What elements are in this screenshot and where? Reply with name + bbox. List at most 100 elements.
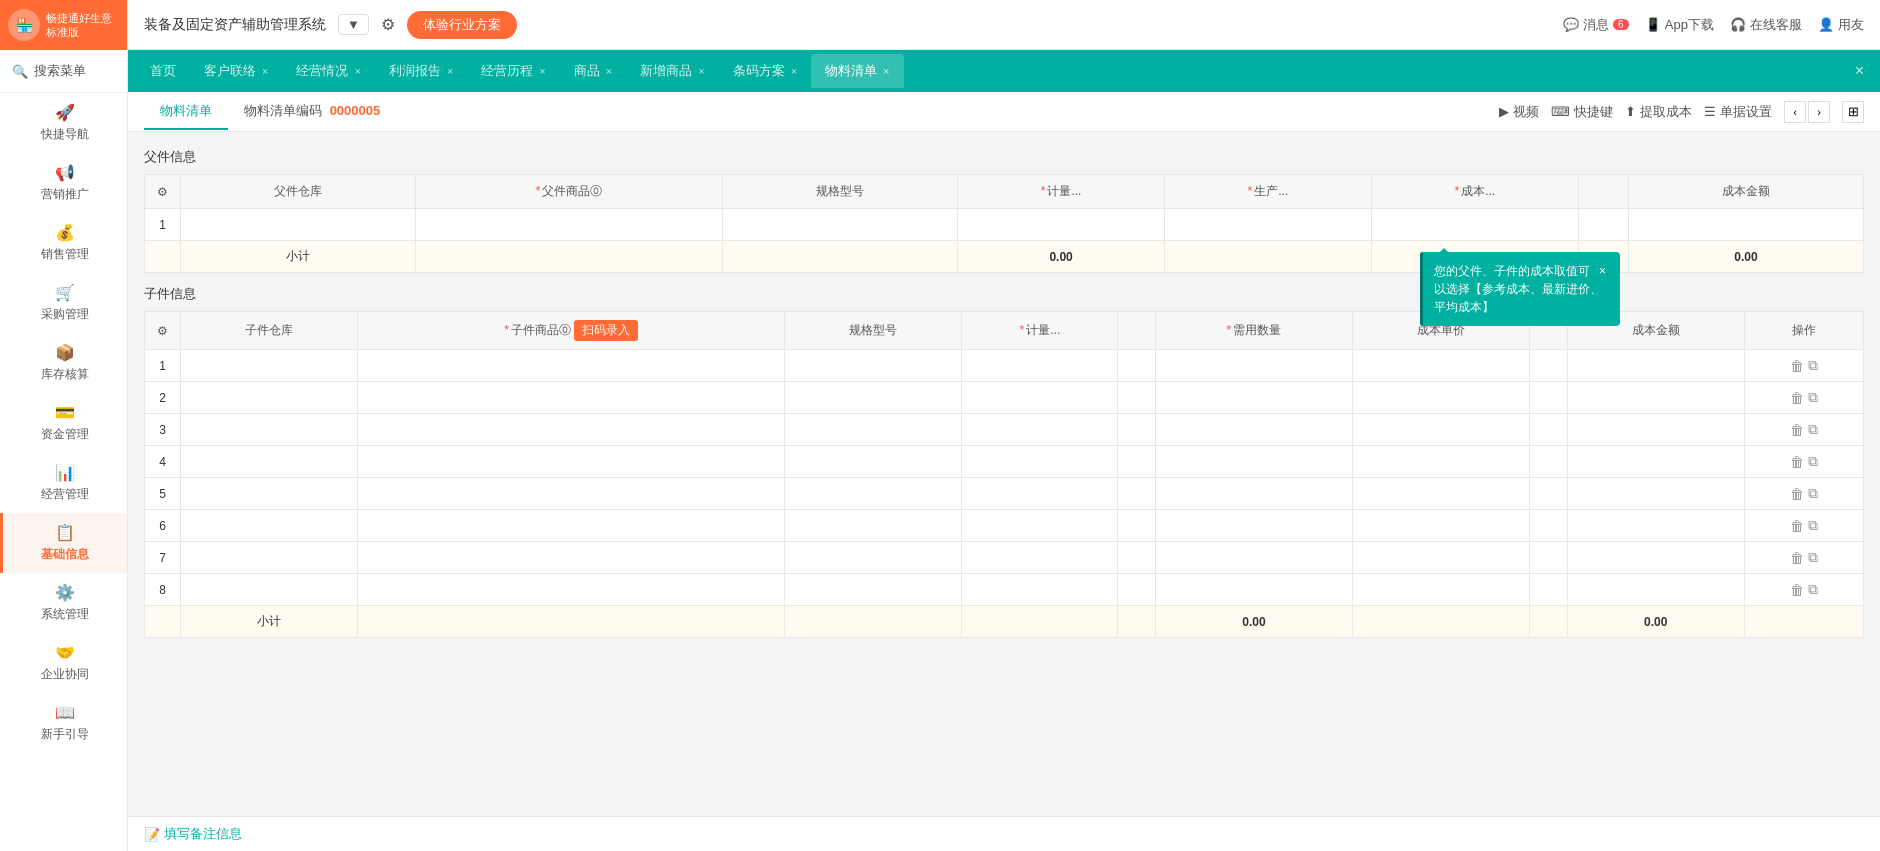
child-row-unit-cost[interactable] (1352, 574, 1529, 606)
child-row-qty[interactable] (1156, 446, 1353, 478)
tab-new-products[interactable]: 新增商品 × (626, 54, 718, 88)
child-row-spec[interactable] (785, 510, 962, 542)
child-row-product[interactable] (358, 350, 785, 382)
single-settings-button[interactable]: ☰ 单据设置 (1704, 103, 1772, 121)
gear-icon[interactable]: ⚙ (381, 15, 395, 34)
delete-icon[interactable]: 🗑 (1790, 358, 1804, 374)
tab-barcode-close[interactable]: × (791, 65, 797, 77)
tab-bom-close[interactable]: × (883, 65, 889, 77)
child-row-qty[interactable] (1156, 574, 1353, 606)
try-button[interactable]: 体验行业方案 (407, 11, 517, 39)
tab-products[interactable]: 商品 × (560, 54, 626, 88)
child-row-unit[interactable] (962, 414, 1118, 446)
sidebar-item-sales[interactable]: 💰 销售管理 (0, 213, 127, 273)
view-video-button[interactable]: ▶ 视频 (1499, 103, 1539, 121)
sidebar-item-basic-info[interactable]: 📋 基础信息 (0, 513, 127, 573)
child-row-unit-cost[interactable] (1352, 382, 1529, 414)
child-row-product[interactable] (358, 542, 785, 574)
child-row-unit[interactable] (962, 510, 1118, 542)
sidebar-item-finance[interactable]: 💳 资金管理 (0, 393, 127, 453)
child-row-qty[interactable] (1156, 414, 1353, 446)
child-row-spec[interactable] (785, 414, 962, 446)
copy-icon[interactable]: ⧉ (1808, 421, 1818, 438)
tab-barcode[interactable]: 条码方案 × (719, 54, 811, 88)
copy-icon[interactable]: ⧉ (1808, 357, 1818, 374)
tab-home[interactable]: 首页 (136, 54, 190, 88)
sidebar-item-system[interactable]: ⚙️ 系统管理 (0, 573, 127, 633)
tab-customer[interactable]: 客户联络 × (190, 54, 282, 88)
prev-record-button[interactable]: ‹ (1784, 101, 1806, 123)
sidebar-item-quick-nav[interactable]: 🚀 快捷导航 (0, 93, 127, 153)
sidebar-item-guide[interactable]: 📖 新手引导 (0, 693, 127, 753)
tab-products-close[interactable]: × (606, 65, 612, 77)
child-row-qty[interactable] (1156, 510, 1353, 542)
child-row-product[interactable] (358, 446, 785, 478)
child-row-warehouse[interactable] (181, 478, 358, 510)
parent-row1-product[interactable] (416, 209, 723, 241)
tab-operation-status-close[interactable]: × (354, 65, 360, 77)
online-service-button[interactable]: 🎧 在线客服 (1730, 16, 1802, 34)
nav-close-all-button[interactable]: × (1847, 62, 1872, 80)
add-note-button[interactable]: 📝 填写备注信息 (144, 825, 242, 843)
child-row-unit-cost[interactable] (1352, 350, 1529, 382)
delete-icon[interactable]: 🗑 (1790, 550, 1804, 566)
sidebar-item-enterprise[interactable]: 🤝 企业协同 (0, 633, 127, 693)
copy-icon[interactable]: ⧉ (1808, 517, 1818, 534)
tab-customer-close[interactable]: × (262, 65, 268, 77)
child-row-unit[interactable] (962, 382, 1118, 414)
child-row-spec[interactable] (785, 350, 962, 382)
child-row-qty[interactable] (1156, 478, 1353, 510)
child-row-product[interactable] (358, 574, 785, 606)
child-row-warehouse[interactable] (181, 382, 358, 414)
child-row-unit[interactable] (962, 542, 1118, 574)
shortcuts-button[interactable]: ⌨ 快捷键 (1551, 103, 1613, 121)
copy-icon[interactable]: ⧉ (1808, 581, 1818, 598)
child-col-settings[interactable]: ⚙ (145, 312, 181, 350)
delete-icon[interactable]: 🗑 (1790, 582, 1804, 598)
sidebar-item-marketing[interactable]: 📢 营销推广 (0, 153, 127, 213)
tab-operation-status[interactable]: 经营情况 × (282, 54, 374, 88)
search-menu-button[interactable]: 🔍 搜索菜单 (8, 58, 119, 84)
child-row-warehouse[interactable] (181, 510, 358, 542)
child-row-warehouse[interactable] (181, 446, 358, 478)
child-row-product[interactable] (358, 478, 785, 510)
parent-row1-unit[interactable] (958, 209, 1165, 241)
copy-icon[interactable]: ⧉ (1808, 485, 1818, 502)
parent-row1-production[interactable] (1165, 209, 1372, 241)
user-button[interactable]: 👤 用友 (1818, 16, 1864, 34)
parent-col-settings[interactable]: ⚙ (145, 175, 181, 209)
tab-bom[interactable]: 物料清单 × (811, 54, 903, 88)
system-dropdown-button[interactable]: ▼ (338, 14, 369, 35)
child-row-spec[interactable] (785, 478, 962, 510)
child-row-warehouse[interactable] (181, 574, 358, 606)
delete-icon[interactable]: 🗑 (1790, 518, 1804, 534)
child-row-unit-cost[interactable] (1352, 510, 1529, 542)
child-row-unit-cost[interactable] (1352, 414, 1529, 446)
child-row-warehouse[interactable] (181, 542, 358, 574)
sidebar-item-operation[interactable]: 📊 经营管理 (0, 453, 127, 513)
message-button[interactable]: 💬 消息 6 (1563, 16, 1629, 34)
child-row-product[interactable] (358, 510, 785, 542)
delete-icon[interactable]: 🗑 (1790, 422, 1804, 438)
child-row-qty[interactable] (1156, 542, 1353, 574)
child-row-product[interactable] (358, 414, 785, 446)
child-row-unit[interactable] (962, 478, 1118, 510)
child-row-warehouse[interactable] (181, 414, 358, 446)
child-row-spec[interactable] (785, 382, 962, 414)
child-row-unit[interactable] (962, 446, 1118, 478)
sidebar-item-purchase[interactable]: 🛒 采购管理 (0, 273, 127, 333)
tab-profit-report[interactable]: 利润报告 × (375, 54, 467, 88)
sidebar-item-inventory[interactable]: 📦 库存核算 (0, 333, 127, 393)
sub-tab-bom-list[interactable]: 物料清单 (144, 94, 228, 130)
parent-row1-warehouse[interactable] (181, 209, 416, 241)
child-row-unit-cost[interactable] (1352, 478, 1529, 510)
parent-row1-spec[interactable] (723, 209, 958, 241)
copy-icon[interactable]: ⧉ (1808, 453, 1818, 470)
sub-tab-bom-code[interactable]: 物料清单编码 0000005 (228, 94, 396, 130)
child-row-spec[interactable] (785, 446, 962, 478)
child-row-unit[interactable] (962, 350, 1118, 382)
child-row-spec[interactable] (785, 542, 962, 574)
copy-icon[interactable]: ⧉ (1808, 549, 1818, 566)
child-row-unit-cost[interactable] (1352, 446, 1529, 478)
extract-cost-button[interactable]: ⬆ 提取成本 (1625, 103, 1692, 121)
